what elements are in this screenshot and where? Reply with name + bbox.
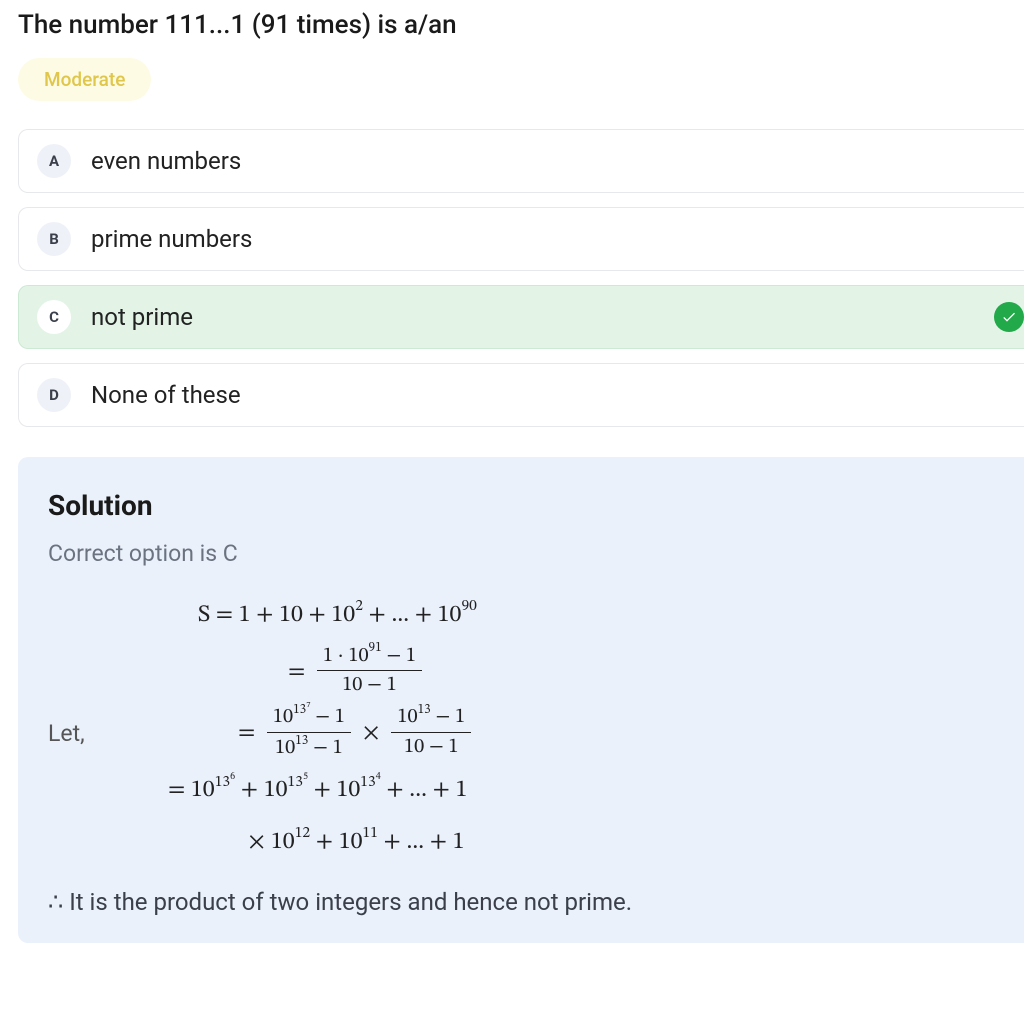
math-line-4: = 10136 + 10135 + 10134 + ... + 1 [168, 768, 994, 814]
answer-options: A even numbers B prime numbers C not pri… [18, 129, 1024, 427]
solution-conclusion: ∴ It is the product of two integers and … [48, 880, 994, 926]
option-text: not prime [91, 303, 193, 331]
option-a[interactable]: A even numbers [18, 129, 1024, 193]
option-text: None of these [91, 381, 241, 409]
option-c[interactable]: C not prime [18, 285, 1024, 349]
solution-panel: Solution Correct option is C S = 1 + 10 … [18, 457, 1024, 943]
solution-math: S = 1 + 10 + 102 + ... + 1090 = 1 · 1091… [48, 593, 994, 925]
solution-subtitle: Correct option is C [48, 540, 994, 567]
option-letter: A [37, 144, 71, 178]
let-label: Let, [48, 712, 168, 756]
solution-title: Solution [48, 489, 994, 522]
math-line-1: S = 1 + 10 + 102 + ... + 1090 [168, 593, 994, 639]
option-letter: D [37, 378, 71, 412]
option-d[interactable]: D None of these [18, 363, 1024, 427]
math-line-3: = 10137 − 1 1013 − 1 × 1013 − 1 10 − 1 [168, 705, 994, 762]
question-text: The number 111...1 (91 times) is a/an [18, 10, 1024, 40]
math-line-2: = 1 · 1091 − 1 10 − 1 [168, 645, 994, 700]
option-text: prime numbers [91, 225, 252, 253]
difficulty-badge: Moderate [18, 58, 151, 101]
option-letter: C [37, 300, 71, 334]
option-letter: B [37, 222, 71, 256]
option-b[interactable]: B prime numbers [18, 207, 1024, 271]
check-icon [994, 302, 1024, 332]
math-line-5: × 1012 + 1011 + ... + 1 [168, 820, 994, 866]
option-text: even numbers [91, 147, 241, 175]
